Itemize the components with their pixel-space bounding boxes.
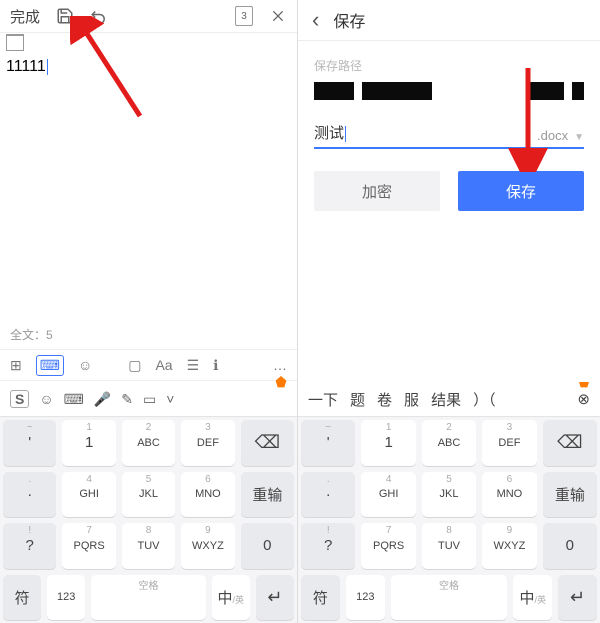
ime-candidate[interactable]: 服: [404, 389, 419, 410]
key-WXYZ[interactable]: 9WXYZ: [181, 523, 234, 569]
page-count-icon[interactable]: 3: [235, 6, 253, 26]
emoji-icon[interactable]: ☺: [78, 357, 92, 373]
ime-toolbar: S ☺ ⌨ 🎤 ✎ ▭ ˅: [0, 382, 297, 417]
key-⌫[interactable]: ⌫: [241, 420, 294, 466]
key-?[interactable]: !?: [3, 523, 56, 569]
document-content: 11111: [6, 58, 46, 76]
ime-candidate[interactable]: 一下: [308, 389, 338, 410]
key-1[interactable]: 11: [62, 420, 115, 466]
key-PQRS[interactable]: 7PQRS: [361, 523, 415, 569]
text-caret: [47, 59, 48, 75]
key-0[interactable]: 0: [241, 523, 294, 569]
key-符[interactable]: 符: [3, 575, 41, 621]
key-重输[interactable]: 重输: [543, 472, 597, 518]
key-GHI[interactable]: 4GHI: [361, 472, 415, 518]
key-中/英[interactable]: 中/英: [513, 575, 552, 621]
ime-emoji-icon[interactable]: ☺: [39, 391, 53, 407]
key-⌫[interactable]: ⌫: [543, 420, 597, 466]
done-button[interactable]: 完成: [10, 6, 40, 27]
ruler-tab-icon: [6, 34, 24, 51]
key-·[interactable]: .·: [3, 472, 56, 518]
back-icon[interactable]: ‹: [312, 7, 319, 33]
encrypt-button[interactable]: 加密: [314, 171, 440, 211]
key-1[interactable]: 11: [361, 420, 415, 466]
key-PQRS[interactable]: 7PQRS: [62, 523, 115, 569]
panel-title: 保存: [333, 8, 365, 32]
key-DEF[interactable]: 3DEF: [181, 420, 234, 466]
key-WXYZ[interactable]: 9WXYZ: [482, 523, 536, 569]
key-中/英[interactable]: 中/英: [212, 575, 250, 621]
key-'[interactable]: ~': [3, 420, 56, 466]
close-icon[interactable]: [269, 7, 287, 25]
box-icon[interactable]: ▢: [128, 357, 141, 374]
key-符[interactable]: 符: [301, 575, 340, 621]
key-GHI[interactable]: 4GHI: [62, 472, 115, 518]
key-'[interactable]: ~': [301, 420, 355, 466]
key-0[interactable]: 0: [543, 523, 597, 569]
key-ABC[interactable]: 2ABC: [122, 420, 175, 466]
ime-candidate[interactable]: 题: [350, 389, 365, 410]
key-TUV[interactable]: 8TUV: [422, 523, 476, 569]
key-↵[interactable]: ↵: [256, 575, 294, 621]
ime-candidate[interactable]: 卷: [377, 389, 392, 410]
key-space[interactable]: 空格: [91, 575, 205, 621]
more-icon[interactable]: …: [273, 357, 287, 373]
ime-candidate[interactable]: ）（: [473, 389, 496, 410]
ime-mic-icon[interactable]: 🎤: [94, 391, 111, 408]
key-space[interactable]: 空格: [391, 575, 508, 621]
word-count-status: 全文：5: [10, 326, 53, 343]
key-↵[interactable]: ↵: [558, 575, 597, 621]
filename-input[interactable]: 测试: [314, 122, 537, 143]
key-TUV[interactable]: 8TUV: [122, 523, 175, 569]
key-DEF[interactable]: 3DEF: [482, 420, 536, 466]
key-·[interactable]: .·: [301, 472, 355, 518]
key-?[interactable]: !?: [301, 523, 355, 569]
ime-fox-icon: [273, 374, 289, 390]
undo-icon[interactable]: [90, 7, 108, 25]
format-toolbar: ⊞ ⌨ ☺ ▢ Aa ☰ ℹ …: [0, 349, 297, 381]
key-MNO[interactable]: 6MNO: [181, 472, 234, 518]
keyboard-toggle-icon[interactable]: ⌨: [36, 355, 64, 376]
ime-candidate[interactable]: 结果: [431, 389, 461, 410]
apps-icon[interactable]: ⊞: [10, 357, 22, 374]
paragraph-icon[interactable]: ☰: [187, 357, 200, 374]
save-path-field[interactable]: [314, 78, 584, 104]
key-JKL[interactable]: 5JKL: [422, 472, 476, 518]
key-123[interactable]: 123: [47, 575, 85, 621]
soft-keyboard: ~'112ABC3DEF⌫ .·4GHI5JKL6MNO重输!?7PQRS8TUV…: [298, 417, 600, 623]
extension-dropdown-icon[interactable]: ▼: [574, 132, 584, 143]
image-icon[interactable]: ℹ: [213, 357, 218, 374]
save-path-label: 保存路径: [298, 41, 600, 78]
save-button[interactable]: 保存: [458, 171, 584, 211]
soft-keyboard: ~'112ABC3DEF⌫ .·4GHI5JKL6MNO重输!?7PQRS8TUV…: [0, 417, 297, 623]
ime-fox-icon: [576, 382, 592, 390]
save-icon[interactable]: [56, 7, 74, 25]
ime-candidates: 一下 题 卷 服 结果 ）（ ⊗: [298, 382, 600, 417]
key-MNO[interactable]: 6MNO: [482, 472, 536, 518]
ime-handwrite-icon[interactable]: ✎: [121, 391, 133, 408]
key-ABC[interactable]: 2ABC: [422, 420, 476, 466]
ime-logo-icon[interactable]: S: [10, 390, 29, 408]
ime-expand-icon[interactable]: ˅: [166, 391, 174, 407]
ime-clipboard-icon[interactable]: ▭: [143, 391, 156, 408]
ime-keyboard-icon[interactable]: ⌨: [64, 391, 84, 408]
font-icon[interactable]: Aa: [155, 357, 172, 373]
ime-delete-icon[interactable]: ⊗: [577, 390, 590, 408]
key-重输[interactable]: 重输: [241, 472, 294, 518]
document-editor[interactable]: 11111: [6, 34, 291, 76]
key-JKL[interactable]: 5JKL: [122, 472, 175, 518]
file-extension[interactable]: .docx: [537, 128, 568, 143]
key-123[interactable]: 123: [346, 575, 385, 621]
